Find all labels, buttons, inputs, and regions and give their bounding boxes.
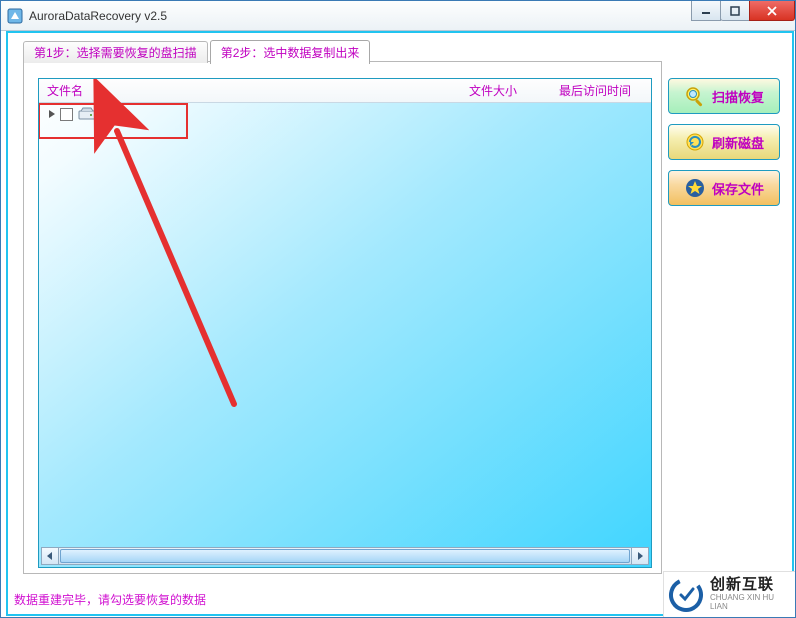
refresh-disks-button[interactable]: 刷新磁盘	[668, 124, 780, 160]
client-area: 第1步：选择需要恢复的盘扫描 第2步：选中数据复制出来 文件名 文件大小 最后访…	[6, 31, 794, 616]
tab-step-1-label: 第1步：选择需要恢复的盘扫描	[34, 44, 197, 61]
side-button-panel: 扫描恢复 刷新磁盘 保	[668, 78, 780, 206]
scroll-left-button[interactable]	[41, 547, 59, 565]
save-star-icon	[684, 177, 706, 199]
maximize-button[interactable]	[720, 1, 750, 21]
file-tree-pane: 文件名 文件大小 最后访问时间 H:	[38, 78, 652, 568]
tab-strip: 第1步：选择需要恢复的盘扫描 第2步：选中数据复制出来	[23, 39, 372, 63]
column-filesize[interactable]: 文件大小	[461, 82, 551, 99]
status-text: 数据重建完毕，请勾选要恢复的数据	[14, 593, 206, 607]
refresh-disks-label: 刷新磁盘	[712, 133, 764, 152]
watermark-icon	[668, 577, 704, 613]
titlebar: AuroraDataRecovery v2.5	[1, 1, 795, 31]
column-last-access[interactable]: 最后访问时间	[551, 82, 651, 99]
tree-row-root[interactable]: H:	[39, 103, 651, 125]
watermark-logo: 创新互联 CHUANG XIN HU LIAN	[663, 571, 795, 617]
scroll-right-button[interactable]	[631, 547, 649, 565]
tab-step-2[interactable]: 第2步：选中数据复制出来	[210, 40, 371, 64]
app-icon	[7, 8, 23, 24]
magnifier-icon	[684, 85, 706, 107]
expand-triangle-icon[interactable]	[49, 110, 55, 118]
tree-row-drive-label: H:	[100, 107, 112, 121]
watermark-sub: CHUANG XIN HU LIAN	[710, 594, 791, 612]
horizontal-scrollbar[interactable]	[41, 547, 649, 565]
checkbox[interactable]	[60, 108, 73, 121]
save-files-label: 保存文件	[712, 179, 764, 198]
minimize-button[interactable]	[691, 1, 721, 21]
scroll-track[interactable]	[59, 547, 631, 565]
column-filename[interactable]: 文件名	[39, 82, 461, 99]
tab-step-2-label: 第2步：选中数据复制出来	[221, 44, 360, 61]
scan-recover-button[interactable]: 扫描恢复	[668, 78, 780, 114]
save-files-button[interactable]: 保存文件	[668, 170, 780, 206]
scan-recover-label: 扫描恢复	[712, 87, 764, 106]
refresh-icon	[684, 131, 706, 153]
tab-step-1[interactable]: 第1步：选择需要恢复的盘扫描	[23, 41, 208, 63]
tree-column-header: 文件名 文件大小 最后访问时间	[39, 79, 651, 103]
close-button[interactable]	[749, 1, 795, 21]
drive-icon	[78, 107, 96, 121]
scroll-thumb[interactable]	[60, 549, 630, 563]
window-title: AuroraDataRecovery v2.5	[29, 9, 167, 23]
annotation-arrow	[39, 79, 651, 567]
watermark-brand: 创新互联	[710, 577, 791, 594]
